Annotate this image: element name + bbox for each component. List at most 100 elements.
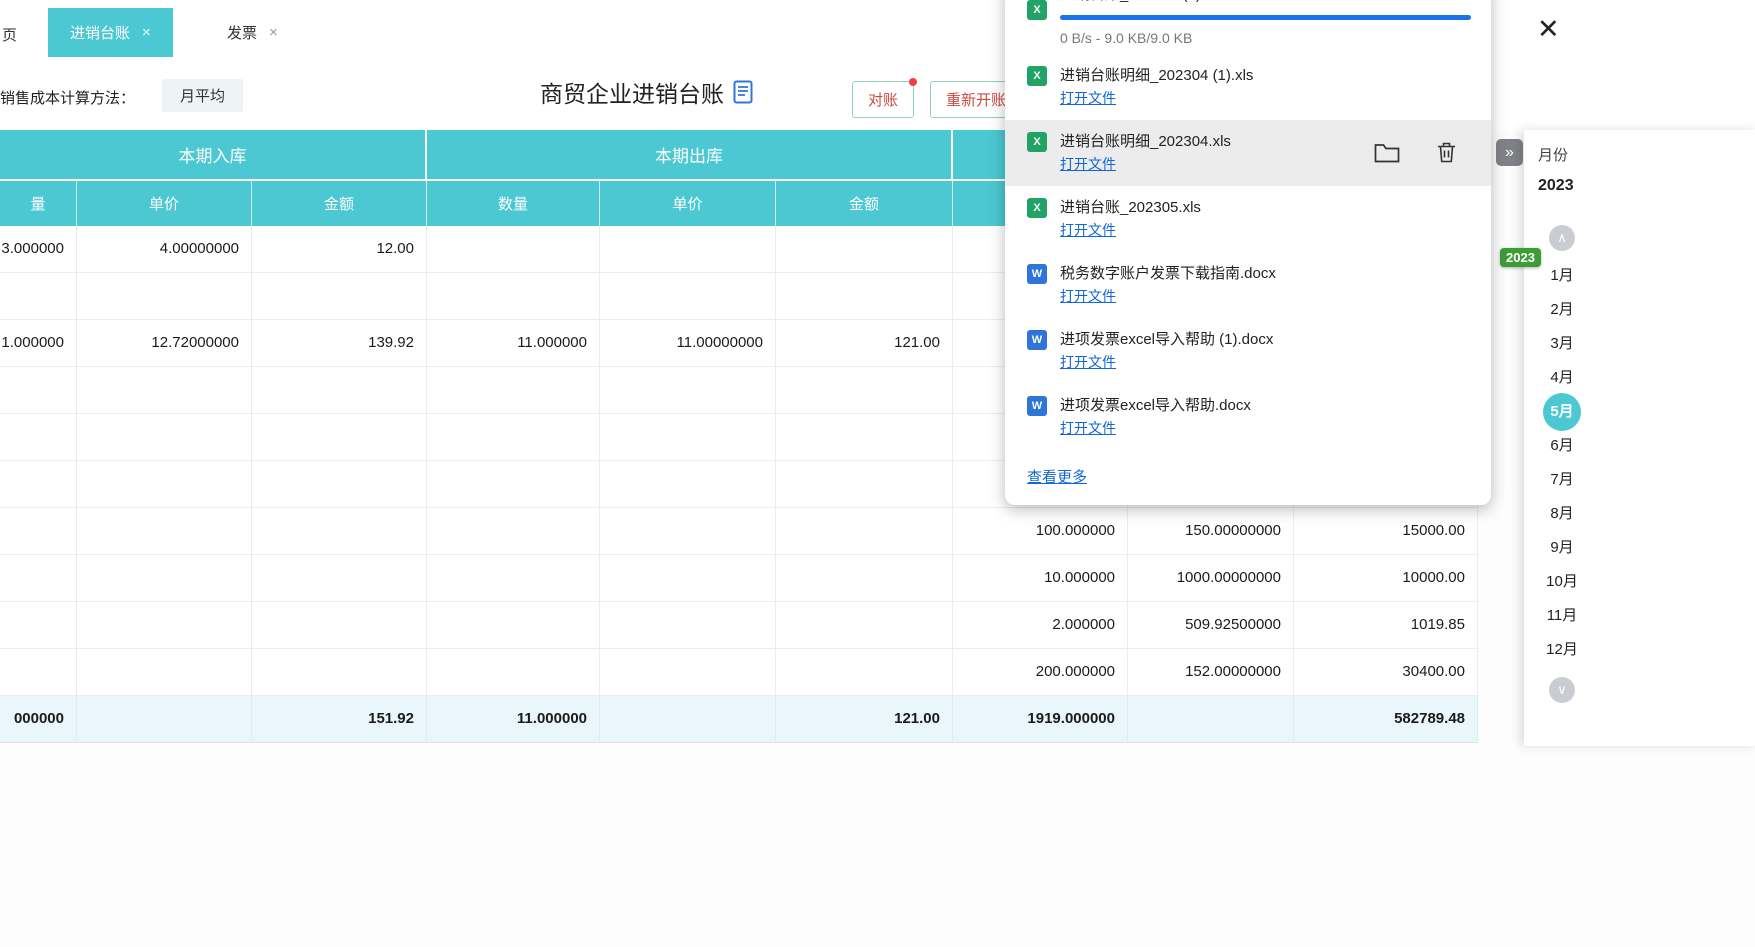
table-cell[interactable]: 2.000000: [953, 602, 1128, 649]
table-cell[interactable]: 100.000000: [953, 508, 1128, 555]
table-cell[interactable]: [427, 555, 600, 602]
table-cell[interactable]: [600, 226, 776, 273]
table-cell[interactable]: [776, 602, 953, 649]
table-cell[interactable]: [0, 367, 77, 414]
table-cell[interactable]: [252, 367, 427, 414]
table-cell[interactable]: 1.000000: [0, 320, 77, 367]
month-label[interactable]: 1月: [1542, 259, 1582, 293]
month-item[interactable]: 2月: [1538, 293, 1755, 327]
table-cell[interactable]: [77, 602, 252, 649]
table-cell[interactable]: [0, 414, 77, 461]
download-item[interactable]: W 进项发票excel导入帮助 (1).docx 打开文件: [1005, 318, 1491, 384]
table-cell[interactable]: [776, 226, 953, 273]
table-cell[interactable]: 121.00: [776, 320, 953, 367]
table-cell[interactable]: [600, 602, 776, 649]
month-item[interactable]: 10月: [1538, 565, 1755, 599]
table-cell[interactable]: [77, 367, 252, 414]
table-cell[interactable]: 139.92: [252, 320, 427, 367]
table-cell[interactable]: [77, 508, 252, 555]
table-cell[interactable]: [427, 273, 600, 320]
download-item[interactable]: W 进项发票excel导入帮助.docx 打开文件: [1005, 384, 1491, 450]
year-label[interactable]: 2023: [1538, 177, 1755, 195]
table-cell[interactable]: [427, 414, 600, 461]
table-cell[interactable]: 1000.00000000: [1128, 555, 1294, 602]
month-label[interactable]: 3月: [1542, 327, 1582, 361]
month-item[interactable]: 4月: [1538, 361, 1755, 395]
table-cell[interactable]: [776, 649, 953, 696]
month-label[interactable]: 11月: [1542, 599, 1582, 633]
month-label[interactable]: 7月: [1542, 463, 1582, 497]
open-folder-icon[interactable]: [1374, 142, 1400, 168]
table-row[interactable]: 100.000000 150.00000000 15000.00: [0, 508, 1478, 555]
month-label[interactable]: 9月: [1542, 531, 1582, 565]
table-cell[interactable]: 15000.00: [1294, 508, 1478, 555]
download-item-in-progress[interactable]: X 进销台账_202305 (1).xls 0 B/s - 9.0 KB/9.0…: [1005, 0, 1491, 54]
table-cell[interactable]: 152.00000000: [1128, 649, 1294, 696]
month-item[interactable]: 12月: [1538, 633, 1755, 667]
table-cell[interactable]: [776, 461, 953, 508]
table-cell[interactable]: 12.72000000: [77, 320, 252, 367]
delete-download-icon[interactable]: [1436, 141, 1457, 169]
table-cell[interactable]: [427, 649, 600, 696]
month-item[interactable]: 3月: [1538, 327, 1755, 361]
table-cell[interactable]: [600, 367, 776, 414]
download-filename[interactable]: 进销台账_202305.xls: [1060, 197, 1201, 219]
download-item[interactable]: W 税务数字账户发票下载指南.docx 打开文件: [1005, 252, 1491, 318]
open-file-link[interactable]: 打开文件: [1060, 285, 1116, 308]
table-cell[interactable]: [252, 602, 427, 649]
download-item[interactable]: X 进销台账_202305.xls 打开文件: [1005, 186, 1491, 252]
table-cell[interactable]: [600, 555, 776, 602]
open-file-link[interactable]: 打开文件: [1060, 87, 1116, 110]
download-filename[interactable]: 进项发票excel导入帮助.docx: [1060, 395, 1251, 417]
table-cell[interactable]: [0, 273, 77, 320]
table-cell[interactable]: [600, 461, 776, 508]
table-cell[interactable]: [252, 414, 427, 461]
table-cell[interactable]: [77, 414, 252, 461]
table-cell[interactable]: 4.00000000: [77, 226, 252, 273]
table-cell[interactable]: [600, 414, 776, 461]
tab-home-partial[interactable]: 页: [2, 24, 17, 45]
table-cell[interactable]: 30400.00: [1294, 649, 1478, 696]
download-filename[interactable]: 进销台账明细_202304 (1).xls: [1060, 65, 1253, 87]
month-item[interactable]: 1月: [1538, 259, 1755, 293]
open-file-link[interactable]: 打开文件: [1060, 219, 1116, 242]
scroll-up-icon[interactable]: ∧: [1549, 225, 1575, 251]
cost-method-value[interactable]: 月平均: [162, 79, 244, 112]
tab-close-icon[interactable]: ×: [142, 24, 151, 41]
table-cell[interactable]: [427, 461, 600, 508]
table-cell[interactable]: [252, 508, 427, 555]
table-cell[interactable]: [0, 555, 77, 602]
download-filename[interactable]: 进销台账明细_202304.xls: [1060, 131, 1231, 153]
table-cell[interactable]: 11.000000: [427, 320, 600, 367]
table-cell[interactable]: [776, 555, 953, 602]
table-cell[interactable]: 150.00000000: [1128, 508, 1294, 555]
table-cell[interactable]: [776, 508, 953, 555]
month-label[interactable]: 2月: [1542, 293, 1582, 327]
open-file-link[interactable]: 打开文件: [1060, 351, 1116, 374]
month-item[interactable]: 7月: [1538, 463, 1755, 497]
month-item[interactable]: 8月: [1538, 497, 1755, 531]
table-cell[interactable]: [77, 555, 252, 602]
table-cell[interactable]: [77, 461, 252, 508]
month-item[interactable]: 9月: [1538, 531, 1755, 565]
table-cell[interactable]: 200.000000: [953, 649, 1128, 696]
table-cell[interactable]: 3.000000: [0, 226, 77, 273]
table-row[interactable]: 2.000000 509.92500000 1019.85: [0, 602, 1478, 649]
table-cell[interactable]: 12.00: [252, 226, 427, 273]
table-cell[interactable]: [0, 461, 77, 508]
reconcile-button[interactable]: 对账: [852, 78, 918, 118]
table-row[interactable]: 10.000000 1000.00000000 10000.00: [0, 555, 1478, 602]
table-cell[interactable]: 10.000000: [953, 555, 1128, 602]
table-cell[interactable]: [77, 649, 252, 696]
table-cell[interactable]: [0, 508, 77, 555]
tab-ledger[interactable]: 进销台账 ×: [48, 8, 173, 57]
month-label[interactable]: 5月: [1543, 393, 1581, 431]
table-cell[interactable]: 509.92500000: [1128, 602, 1294, 649]
scroll-down-icon[interactable]: ∨: [1549, 677, 1575, 703]
collapse-panel-icon[interactable]: »: [1496, 139, 1523, 166]
table-cell[interactable]: [600, 649, 776, 696]
table-cell[interactable]: [0, 649, 77, 696]
table-cell[interactable]: 11.00000000: [600, 320, 776, 367]
open-file-link[interactable]: 打开文件: [1060, 153, 1116, 176]
table-cell[interactable]: [0, 602, 77, 649]
